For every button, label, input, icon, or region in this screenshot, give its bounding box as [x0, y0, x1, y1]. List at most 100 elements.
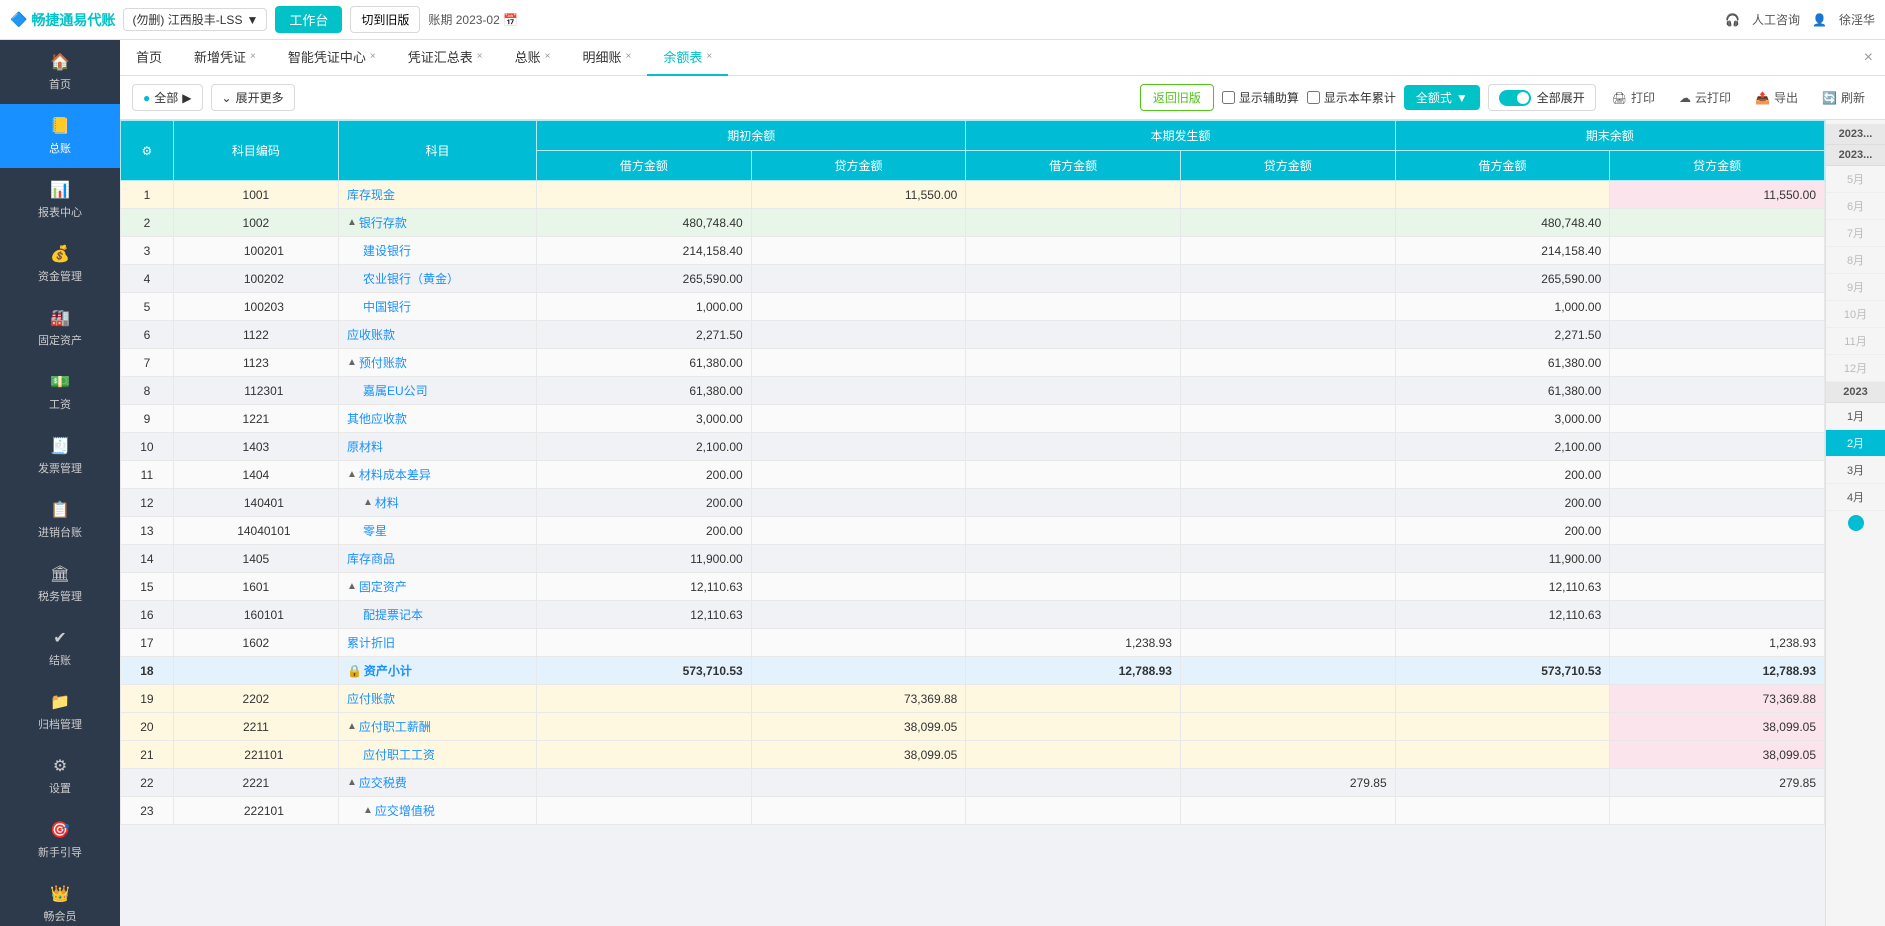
account-name-link[interactable]: 嘉属EU公司 [363, 382, 428, 399]
expand-icon[interactable]: ▲ [363, 805, 373, 816]
nav-home[interactable]: 首页 [120, 40, 178, 76]
account-name-link[interactable]: 原材料 [347, 438, 383, 455]
calendar-month-2[interactable]: 2月 [1826, 430, 1885, 457]
expand-all-toggle[interactable]: 全部展开 [1488, 84, 1596, 111]
account-name-link[interactable]: 资产小计 [364, 662, 412, 679]
calendar-month-3[interactable]: 3月 [1826, 457, 1885, 484]
table-row-name[interactable]: 应收账款 [338, 321, 536, 349]
nav-new-voucher-close[interactable]: × [250, 51, 256, 62]
calendar-month-8[interactable]: 8月 [1826, 247, 1885, 274]
export-button[interactable]: 📤 导出 [1747, 85, 1806, 110]
table-row-name[interactable]: 库存商品 [338, 545, 536, 573]
table-row-name[interactable]: ▲固定资产 [338, 573, 536, 601]
calendar-month-1[interactable]: 1月 [1826, 403, 1885, 430]
sidebar-item-close[interactable]: ✔ 结账 [0, 616, 120, 680]
account-name-link[interactable]: 固定资产 [359, 578, 407, 595]
account-name-link[interactable]: 库存现金 [347, 186, 395, 203]
nav-general-ledger[interactable]: 总账 × [499, 40, 567, 76]
table-row-name[interactable]: ▲应付职工薪酬 [338, 713, 536, 741]
account-name-link[interactable]: 建设银行 [363, 242, 411, 259]
show-aux-input[interactable] [1222, 91, 1235, 104]
table-row-name[interactable]: ▲材料成本差异 [338, 461, 536, 489]
settings-col-header[interactable]: ⚙ [121, 121, 174, 181]
calendar-month-6[interactable]: 6月 [1826, 193, 1885, 220]
company-selector[interactable]: (勿删) 江西股丰-LSS ▼ [123, 8, 267, 31]
sidebar-item-invoices[interactable]: 🧾 发票管理 [0, 424, 120, 488]
account-name-link[interactable]: 预付账款 [359, 354, 407, 371]
nav-voucher-summary-close[interactable]: × [477, 51, 483, 62]
filter-all-button[interactable]: ● 全部 ▶ [132, 84, 203, 111]
sidebar-item-ledger[interactable]: 📒 总账 [0, 104, 120, 168]
table-row-name[interactable]: 应付账款 [338, 685, 536, 713]
expand-icon[interactable]: ▲ [347, 721, 357, 732]
table-row-name[interactable]: 应付职工工资 [338, 741, 536, 769]
calendar-month-7[interactable]: 7月 [1826, 220, 1885, 247]
nav-general-ledger-close[interactable]: × [545, 51, 551, 62]
show-aux-checkbox[interactable]: 显示辅助算 [1222, 89, 1299, 106]
sidebar-item-archive[interactable]: 📁 归档管理 [0, 680, 120, 744]
account-name-link[interactable]: 库存商品 [347, 550, 395, 567]
sidebar-item-reports[interactable]: 📊 报表中心 [0, 168, 120, 232]
table-row-name[interactable]: ▲应交税费 [338, 769, 536, 797]
nav-smart-voucher-close[interactable]: × [370, 51, 376, 62]
return-old-button[interactable]: 返回旧版 [1140, 84, 1214, 111]
old-version-button[interactable]: 切到旧版 [350, 6, 420, 33]
account-name-link[interactable]: 零星 [363, 522, 387, 539]
table-row-name[interactable]: 原材料 [338, 433, 536, 461]
table-row-name[interactable]: 🔒 资产小计 [338, 657, 536, 685]
account-name-link[interactable]: 累计折旧 [347, 634, 395, 651]
table-row-name[interactable]: ▲预付账款 [338, 349, 536, 377]
nav-voucher-summary[interactable]: 凭证汇总表 × [392, 40, 499, 76]
nav-balance-sheet[interactable]: 余额表 × [647, 40, 728, 76]
nav-detail-ledger[interactable]: 明细账 × [566, 40, 647, 76]
account-name-link[interactable]: 应交增值税 [375, 802, 435, 819]
account-name-link[interactable]: 应付账款 [347, 690, 395, 707]
sidebar-item-tax[interactable]: 🏛 税务管理 [0, 552, 120, 616]
sidebar-item-vip[interactable]: 👑 畅会员 [0, 872, 120, 926]
nav-balance-sheet-close[interactable]: × [706, 51, 712, 62]
table-row-name[interactable]: 建设银行 [338, 237, 536, 265]
close-all-tabs[interactable]: × [1852, 49, 1885, 67]
table-row-name[interactable]: 库存现金 [338, 181, 536, 209]
account-name-link[interactable]: 应付职工工资 [363, 746, 435, 763]
customer-service-icon[interactable]: 🎧 [1725, 13, 1740, 27]
sidebar-item-purchases[interactable]: 📋 进销台账 [0, 488, 120, 552]
sidebar-item-funds[interactable]: 💰 资金管理 [0, 232, 120, 296]
mode-button[interactable]: 全额式 ▼ [1404, 85, 1480, 110]
expand-icon[interactable]: ▲ [347, 357, 357, 368]
calendar-month-4[interactable]: 4月 [1826, 484, 1885, 511]
account-name-link[interactable]: 材料成本差异 [359, 466, 431, 483]
table-row-name[interactable]: 嘉属EU公司 [338, 377, 536, 405]
nav-new-voucher[interactable]: 新增凭证 × [178, 40, 272, 76]
calendar-month-9[interactable]: 9月 [1826, 274, 1885, 301]
sidebar-item-settings[interactable]: ⚙ 设置 [0, 744, 120, 808]
table-row-name[interactable]: 中国银行 [338, 293, 536, 321]
nav-detail-ledger-close[interactable]: × [625, 51, 631, 62]
account-name-link[interactable]: 农业银行（黄金） [363, 270, 459, 287]
expand-icon[interactable]: ▲ [347, 217, 357, 228]
calendar-month-5[interactable]: 5月 [1826, 166, 1885, 193]
expand-icon[interactable]: ▲ [347, 581, 357, 592]
account-name-link[interactable]: 应交税费 [359, 774, 407, 791]
print-button[interactable]: 🖨 打印 [1604, 85, 1663, 110]
table-row-name[interactable]: 累计折旧 [338, 629, 536, 657]
account-name-link[interactable]: 应付职工薪酬 [359, 718, 431, 735]
table-row-name[interactable]: 配提票记本 [338, 601, 536, 629]
sidebar-item-assets[interactable]: 🏭 固定资产 [0, 296, 120, 360]
calendar-icon[interactable]: 📅 [503, 13, 518, 27]
expand-more-button[interactable]: ⌄ 展开更多 [211, 84, 295, 111]
nav-smart-voucher[interactable]: 智能凭证中心 × [272, 40, 392, 76]
sidebar-item-guide[interactable]: 🎯 新手引导 [0, 808, 120, 872]
expand-icon[interactable]: ▲ [347, 469, 357, 480]
refresh-button[interactable]: 🔄 刷新 [1814, 85, 1873, 110]
account-name-link[interactable]: 银行存款 [359, 214, 407, 231]
table-row-name[interactable]: ▲银行存款 [338, 209, 536, 237]
expand-icon[interactable]: ▲ [363, 497, 373, 508]
table-row-name[interactable]: 其他应收款 [338, 405, 536, 433]
account-name-link[interactable]: 配提票记本 [363, 606, 423, 623]
table-row-name[interactable]: ▲材料 [338, 489, 536, 517]
expand-icon[interactable]: ▲ [347, 777, 357, 788]
calendar-month-11[interactable]: 11月 [1826, 328, 1885, 355]
account-name-link[interactable]: 中国银行 [363, 298, 411, 315]
account-name-link[interactable]: 材料 [375, 494, 399, 511]
